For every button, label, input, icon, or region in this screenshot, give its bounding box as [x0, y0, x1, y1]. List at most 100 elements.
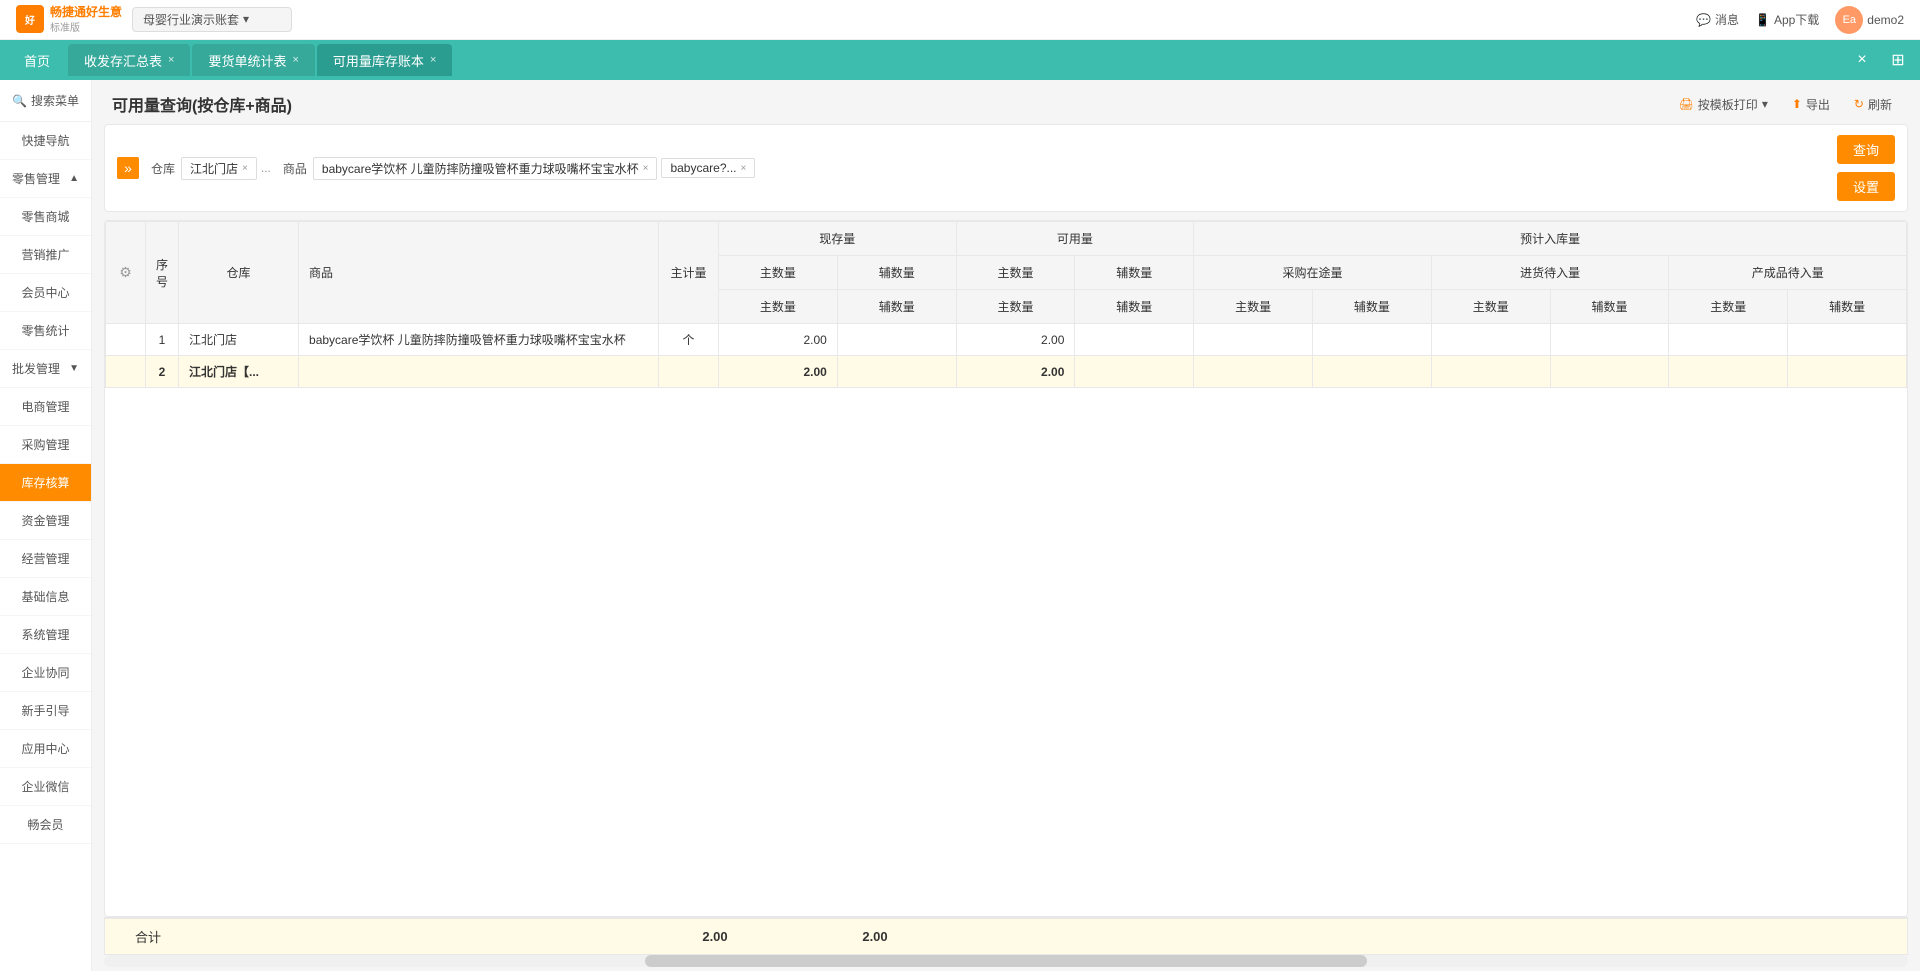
scrollbar-thumb[interactable] [645, 955, 1367, 967]
goods-tags: babycare学饮杯 儿童防摔防撞吸管杯重力球吸嘴杯宝宝水杯 × babyca… [313, 157, 755, 180]
sidebar-item-management[interactable]: 经营管理 [0, 540, 91, 578]
th-warehouse: 仓库 [179, 222, 299, 324]
chevron-down-icon-print: ▾ [1762, 97, 1768, 111]
chevron-down-icon: ▾ [243, 12, 249, 26]
sidebar-item-member[interactable]: 会员中心 [0, 274, 91, 312]
th-avail-main: 主数量 [956, 256, 1075, 290]
tab-order-stat-close[interactable]: × [292, 54, 298, 66]
sidebar-item-quick-nav[interactable]: 快捷导航 [0, 122, 91, 160]
tab-summary-close[interactable]: × [168, 54, 174, 66]
fullscreen-btn[interactable]: ⊞ [1884, 46, 1912, 74]
footer-label: 合计 [115, 927, 235, 946]
search-menu-label: 搜索菜单 [31, 92, 79, 109]
footer-values: 2.00 2.00 [235, 929, 1897, 944]
th-cm-sub2: 辅数量 [837, 290, 956, 324]
sidebar-item-guide[interactable]: 新手引导 [0, 692, 91, 730]
sidebar-item-purchase[interactable]: 采购管理 [0, 426, 91, 464]
print-icon: 🖨 [1679, 97, 1694, 111]
th-goods: 商品 [299, 222, 659, 324]
goods-filter-group: 商品 babycare学饮杯 儿童防摔防撞吸管杯重力球吸嘴杯宝宝水杯 × bab… [283, 157, 755, 180]
row1-avail-main: 2.00 [956, 324, 1075, 356]
filter-bar: » 仓库 江北门店 × ... 商品 babycare学饮杯 儿童防摔防撞吸管杯… [104, 124, 1908, 212]
refresh-btn[interactable]: ↻ 刷新 [1846, 93, 1900, 116]
row1-purchase-sub [1313, 324, 1432, 356]
sidebar-item-member2[interactable]: 畅会员 [0, 806, 91, 844]
sidebar-item-enterprise-label: 企业协同 [21, 664, 69, 681]
sidebar-item-system-label: 系统管理 [21, 626, 69, 643]
tab-inventory[interactable]: 可用量库存账本 × [317, 44, 452, 76]
th-av-sub2: 辅数量 [1075, 290, 1194, 324]
row2-purchase-sub [1313, 356, 1432, 388]
row1-product-sub [1788, 324, 1907, 356]
search-menu-btn[interactable]: 🔍 搜索菜单 [8, 88, 83, 113]
th-purchase-sub-group: 采购在途量 [1194, 256, 1432, 290]
row2-product-sub [1788, 356, 1907, 388]
page-title: 可用量查询(按仓库+商品) [112, 92, 292, 116]
row2-avail-main: 2.00 [956, 356, 1075, 388]
sidebar-item-mall[interactable]: 零售商城 [0, 198, 91, 236]
sidebar-item-member2-label: 畅会员 [27, 816, 63, 833]
sidebar-item-wechat[interactable]: 企业微信 [0, 768, 91, 806]
sidebar-item-finance[interactable]: 资金管理 [0, 502, 91, 540]
settings-btn[interactable]: 设置 [1837, 172, 1895, 201]
tab-inventory-close[interactable]: × [430, 54, 436, 66]
sidebar-item-basic-info[interactable]: 基础信息 [0, 578, 91, 616]
sidebar-item-retail-stat[interactable]: 零售统计 [0, 312, 91, 350]
row1-purchase-main [1194, 324, 1313, 356]
sidebar-item-marketing[interactable]: 营销推广 [0, 236, 91, 274]
warehouse-tag-close[interactable]: × [242, 163, 248, 174]
warehouse-tag[interactable]: 江北门店 × [181, 157, 257, 180]
export-btn[interactable]: ⬆ 导出 [1784, 93, 1838, 116]
goods-tag1[interactable]: babycare学饮杯 儿童防摔防撞吸管杯重力球吸嘴杯宝宝水杯 × [313, 157, 658, 180]
sidebar-item-app-center[interactable]: 应用中心 [0, 730, 91, 768]
sidebar-item-system[interactable]: 系统管理 [0, 616, 91, 654]
row2-warehouse: 江北门店【... [179, 356, 299, 388]
user-avatar[interactable]: Ea demo2 [1835, 6, 1904, 34]
tab-home[interactable]: 首页 [8, 44, 66, 76]
goods-tag2-close[interactable]: × [741, 163, 747, 174]
sidebar-item-wholesale[interactable]: 批发管理 ▼ [0, 350, 91, 388]
chevron-icon-wholesale: ▼ [69, 363, 79, 374]
goods-filter-label: 商品 [283, 160, 307, 177]
chevron-icon: ▲ [69, 173, 79, 184]
top-bar: 好 畅捷通好生意 标准版 母婴行业演示账套 ▾ 💬 消息 📱 App下载 Ea … [0, 0, 1920, 40]
app-download-btn[interactable]: 📱 App下载 [1755, 11, 1819, 28]
sidebar-item-ecommerce[interactable]: 电商管理 [0, 388, 91, 426]
main-layout: 🔍 搜索菜单 快捷导航 零售管理 ▲ 零售商城 营销推广 会员中心 零售统计 批… [0, 80, 1920, 971]
tab-home-label: 首页 [24, 51, 50, 70]
row2-no: 2 [146, 356, 179, 388]
th-inbound-sub-group: 进货待入量 [1431, 256, 1669, 290]
sidebar-item-ecommerce-label: 电商管理 [21, 398, 69, 415]
goods-tag1-close[interactable]: × [643, 163, 649, 174]
table-settings-icon[interactable]: ⚙ [119, 264, 132, 280]
warehouse-more-icon[interactable]: ... [261, 161, 271, 175]
logo-texts: 畅捷通好生意 标准版 [50, 5, 122, 34]
sidebar-item-enterprise[interactable]: 企业协同 [0, 654, 91, 692]
warehouse-filter-label: 仓库 [151, 160, 175, 177]
sidebar-item-guide-label: 新手引导 [21, 702, 69, 719]
template-selector[interactable]: 母婴行业演示账套 ▾ [132, 7, 292, 32]
tab-summary[interactable]: 收发存汇总表 × [68, 44, 190, 76]
th-settings[interactable]: ⚙ [106, 222, 146, 324]
query-btn[interactable]: 查询 [1837, 135, 1895, 164]
horizontal-scrollbar[interactable] [104, 955, 1908, 967]
tab-order-stat-label: 要货单统计表 [208, 51, 286, 70]
expand-filter-btn[interactable]: » [117, 157, 139, 179]
print-template-btn[interactable]: 🖨 按模板打印 ▾ [1671, 93, 1776, 116]
sidebar-item-inventory[interactable]: 库存核算 [0, 464, 91, 502]
sidebar-item-basic-info-label: 基础信息 [21, 588, 69, 605]
sidebar-item-retail[interactable]: 零售管理 ▲ [0, 160, 91, 198]
data-table-container: ⚙ 序号 仓库 商品 主计量 现存量 可用量 预计入库量 主数量 辅数量 主数量 [104, 220, 1908, 917]
tab-order-stat[interactable]: 要货单统计表 × [192, 44, 314, 76]
warehouse-tag-text: 江北门店 [190, 160, 238, 177]
sidebar-item-management-label: 经营管理 [21, 550, 69, 567]
row1-unit: 个 [659, 324, 719, 356]
row1-warehouse: 江北门店 [179, 324, 299, 356]
sidebar-item-member-label: 会员中心 [21, 284, 69, 301]
close-all-btn[interactable]: × [1848, 46, 1876, 74]
tab-inventory-label: 可用量库存账本 [333, 51, 424, 70]
app-label: App下载 [1774, 11, 1819, 28]
message-btn[interactable]: 💬 消息 [1696, 11, 1739, 28]
inventory-table: ⚙ 序号 仓库 商品 主计量 现存量 可用量 预计入库量 主数量 辅数量 主数量 [105, 221, 1907, 388]
goods-tag2[interactable]: babycare?... × [661, 158, 755, 178]
